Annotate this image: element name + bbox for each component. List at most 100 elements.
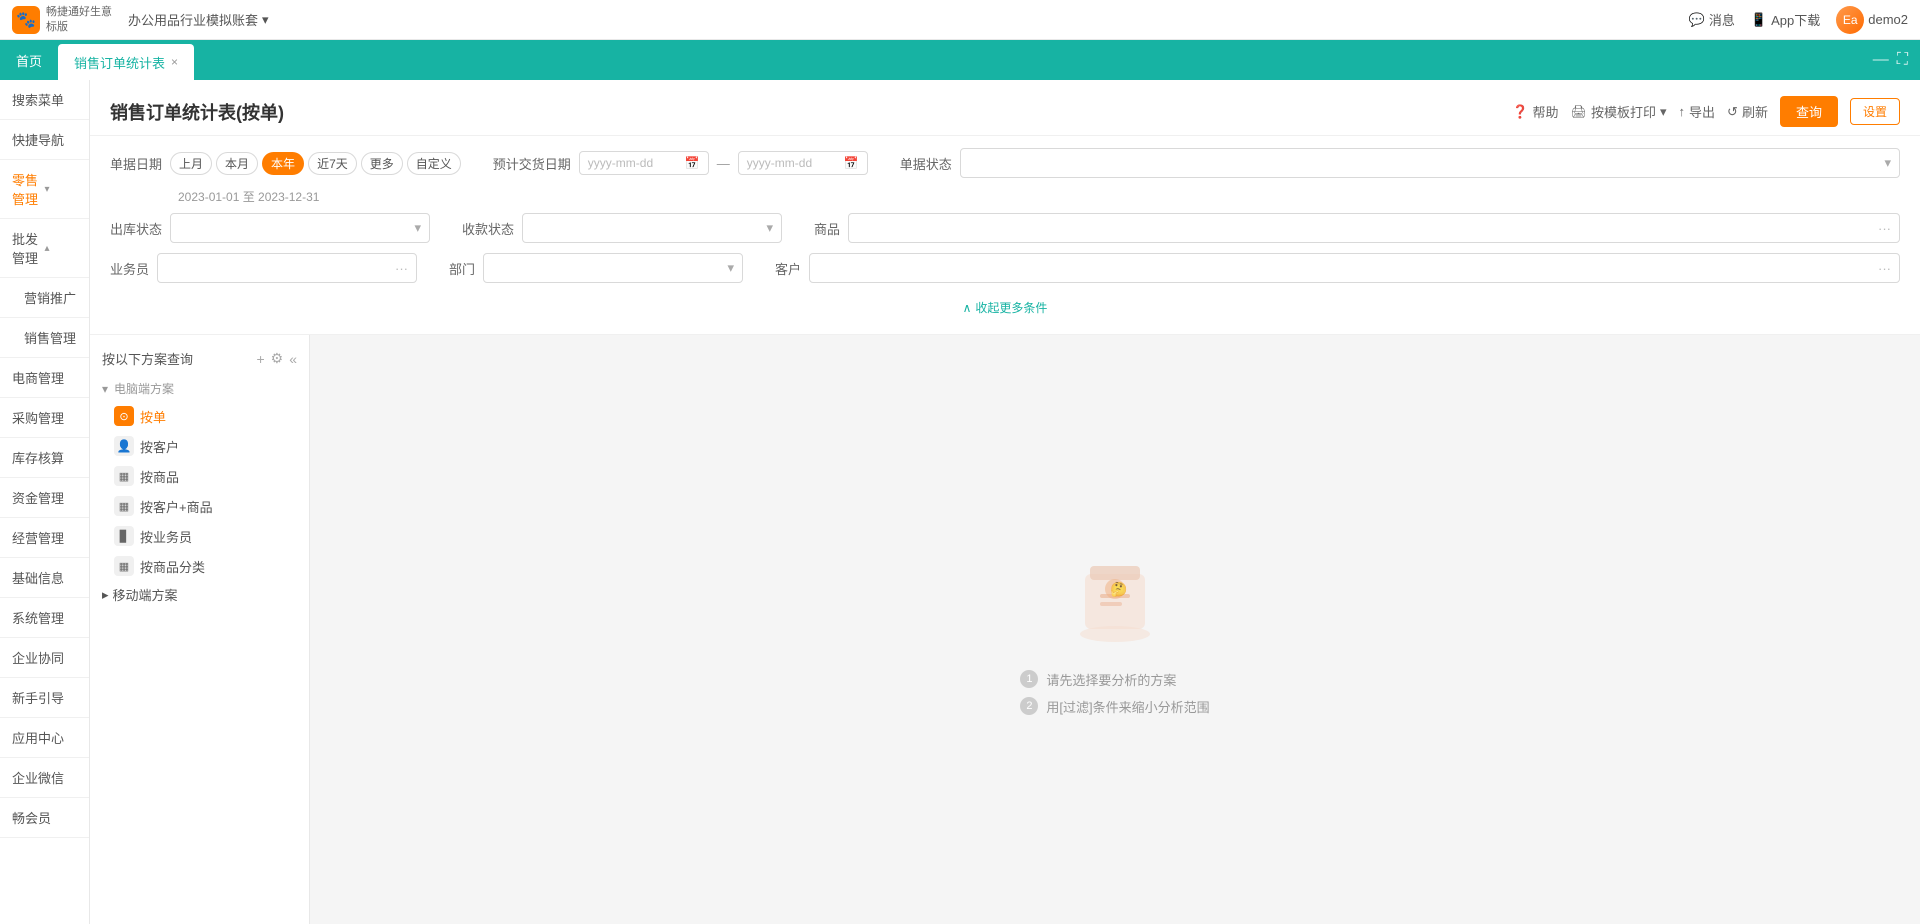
filter-row-3: 业务员 ··· 部门 ▾ 客户 ···: [110, 253, 1900, 283]
collapse-button[interactable]: ∧ 收起更多条件: [110, 293, 1900, 322]
user-menu[interactable]: Ea demo2: [1836, 6, 1908, 34]
tab-active[interactable]: 销售订单统计表 ×: [58, 44, 194, 80]
filter-order-status: 单据状态 ▾: [900, 148, 1900, 178]
filter-ship-status: 出库状态 ▾: [110, 213, 430, 243]
date-btn-this-month[interactable]: 本月: [216, 152, 258, 175]
page-header: 销售订单统计表(按单) ❓ 帮助 🖨 按模板打印 ▾ ↑ 导出 ↺ 刷新: [90, 80, 1920, 136]
tab-home[interactable]: 首页: [0, 40, 58, 80]
sidebar-item-enterprise[interactable]: 企业协同: [0, 638, 89, 678]
expected-date-end[interactable]: yyyy-mm-dd 📅: [738, 151, 868, 175]
dots-icon-2: ···: [395, 261, 408, 276]
empty-text: 1 请先选择要分析的方案 2 用[过滤]条件来缩小分析范围: [1020, 670, 1209, 716]
sidebar-item-wholesale[interactable]: 批发管理 ▴: [0, 219, 89, 278]
chevron-down-icon: ▾: [414, 220, 421, 236]
message-button[interactable]: 💬 消息: [1689, 10, 1735, 29]
chevron-up-icon: ▴: [45, 243, 78, 254]
department-select[interactable]: ▾: [483, 253, 743, 283]
calendar-icon: 📅: [685, 156, 700, 170]
tree-item-by-order[interactable]: ⊙ 按单: [90, 401, 309, 431]
tree-group-pc: ▾ 电脑端方案 ⊙ 按单 👤 按客户 ▦ 按商品: [90, 374, 309, 581]
sidebar-item-basic-info[interactable]: 基础信息: [0, 558, 89, 598]
sidebar-item-marketing[interactable]: 营销推广: [0, 278, 89, 318]
by-salesperson-icon: ▊: [114, 526, 134, 546]
app-dropdown[interactable]: 办公用品行业模拟账套 ▾: [120, 10, 277, 29]
dots-icon: ···: [1878, 221, 1891, 236]
settings-button[interactable]: 设置: [1850, 98, 1900, 125]
sidebar-item-system[interactable]: 系统管理: [0, 598, 89, 638]
tree-item-by-goods[interactable]: ▦ 按商品: [90, 461, 309, 491]
settings-scheme-button[interactable]: ⚙: [271, 350, 284, 367]
tab-maximize-icon[interactable]: ⛶: [1897, 51, 1908, 69]
sidebar-item-operations[interactable]: 经营管理: [0, 518, 89, 558]
order-status-select[interactable]: ▾: [960, 148, 1900, 178]
main-layout: 搜索菜单 快捷导航 零售管理 ▾ 批发管理 ▴ 营销推广 销售管理 电商管理 采…: [0, 80, 1920, 924]
sidebar-item-inventory[interactable]: 库存核算: [0, 438, 89, 478]
logo-area: 🐾 畅捷通好生意 标版: [12, 5, 112, 34]
date-btn-7days[interactable]: 近7天: [308, 152, 357, 175]
customer-input[interactable]: ···: [809, 253, 1900, 283]
add-scheme-button[interactable]: +: [256, 351, 264, 367]
empty-tip-1: 1 请先选择要分析的方案: [1020, 670, 1209, 689]
filter-section: 单据日期 上月 本月 本年 近7天 更多 自定义 预计交货日期 yyyy-mm-…: [90, 136, 1920, 335]
sidebar-item-search[interactable]: 搜索菜单: [0, 80, 89, 120]
date-button-group: 上月 本月 本年 近7天 更多 自定义: [170, 152, 461, 175]
tab-bar: 首页 销售订单统计表 × — ⛶: [0, 40, 1920, 80]
export-button[interactable]: ↑ 导出: [1679, 102, 1716, 121]
sidebar-item-enterprise-wechat[interactable]: 企业微信: [0, 758, 89, 798]
sidebar-item-app-center[interactable]: 应用中心: [0, 718, 89, 758]
tree-item-by-goods-category[interactable]: ▦ 按商品分类: [90, 551, 309, 581]
sidebar-item-ecommerce[interactable]: 电商管理: [0, 358, 89, 398]
by-order-icon: ⊙: [114, 406, 134, 426]
query-button[interactable]: 查询: [1780, 96, 1838, 127]
content-area: 销售订单统计表(按单) ❓ 帮助 🖨 按模板打印 ▾ ↑ 导出 ↺ 刷新: [90, 80, 1920, 924]
body-layout: 按以下方案查询 + ⚙ « ▾ 电脑端方案 ⊙: [90, 335, 1920, 924]
calendar-icon-2: 📅: [844, 156, 859, 170]
tab-close-icon[interactable]: ×: [171, 55, 178, 69]
tree-item-by-salesperson[interactable]: ▊ 按业务员: [90, 521, 309, 551]
app-download-button[interactable]: 📱 App下载: [1751, 10, 1820, 29]
template-print-button[interactable]: 🖨 按模板打印 ▾: [1570, 102, 1666, 121]
sidebar-item-retail[interactable]: 零售管理 ▾: [0, 160, 89, 219]
salesperson-input[interactable]: ···: [157, 253, 417, 283]
tree-item-by-customer-goods[interactable]: ▦ 按客户+商品: [90, 491, 309, 521]
tree-group-mobile-label[interactable]: ▸ 移动端方案: [90, 581, 309, 608]
collapse-panel-button[interactable]: «: [289, 351, 297, 367]
date-btn-more[interactable]: 更多: [361, 152, 403, 175]
date-btn-this-year[interactable]: 本年: [262, 152, 304, 175]
tab-bar-actions: — ⛶: [1873, 51, 1920, 69]
empty-tip-2: 2 用[过滤]条件来缩小分析范围: [1020, 697, 1209, 716]
by-customer-goods-icon: ▦: [114, 496, 134, 516]
tab-minimize-icon[interactable]: —: [1873, 51, 1889, 69]
sidebar-item-member[interactable]: 畅会员: [0, 798, 89, 838]
by-goods-category-icon: ▦: [114, 556, 134, 576]
ship-status-select[interactable]: ▾: [170, 213, 430, 243]
date-btn-last-month[interactable]: 上月: [170, 152, 212, 175]
refresh-icon: ↺: [1727, 104, 1738, 120]
sidebar-item-quick-nav[interactable]: 快捷导航: [0, 120, 89, 160]
date-btn-custom[interactable]: 自定义: [407, 152, 461, 175]
message-icon: 💬: [1689, 12, 1705, 28]
left-panel-actions: + ⚙ «: [256, 350, 297, 367]
help-button[interactable]: ❓ 帮助: [1512, 102, 1558, 121]
sidebar-item-sales[interactable]: 销售管理: [0, 318, 89, 358]
left-panel: 按以下方案查询 + ⚙ « ▾ 电脑端方案 ⊙: [90, 335, 310, 924]
logo-text: 畅捷通好生意 标版: [46, 5, 112, 34]
top-bar-left: 🐾 畅捷通好生意 标版 办公用品行业模拟账套 ▾: [12, 5, 277, 34]
goods-input[interactable]: ···: [848, 213, 1900, 243]
date-separator: —: [717, 156, 730, 171]
by-customer-icon: 👤: [114, 436, 134, 456]
sidebar: 搜索菜单 快捷导航 零售管理 ▾ 批发管理 ▴ 营销推广 销售管理 电商管理 采…: [0, 80, 90, 924]
filter-row-2: 出库状态 ▾ 收款状态 ▾ 商品 ···: [110, 213, 1900, 243]
expected-date-start[interactable]: yyyy-mm-dd 📅: [579, 151, 709, 175]
chevron-right-icon: ▸: [102, 587, 109, 603]
filter-row-1: 单据日期 上月 本月 本年 近7天 更多 自定义 预计交货日期 yyyy-mm-…: [110, 148, 1900, 178]
chevron-down-icon: ▾: [102, 382, 108, 396]
refresh-button[interactable]: ↺ 刷新: [1727, 102, 1768, 121]
payment-status-select[interactable]: ▾: [522, 213, 782, 243]
filter-expected-date: 预计交货日期 yyyy-mm-dd 📅 — yyyy-mm-dd 📅: [493, 151, 868, 175]
sidebar-item-purchase[interactable]: 采购管理: [0, 398, 89, 438]
chevron-down-icon: ▾: [728, 260, 735, 276]
tree-item-by-customer[interactable]: 👤 按客户: [90, 431, 309, 461]
sidebar-item-finance[interactable]: 资金管理: [0, 478, 89, 518]
sidebar-item-new-guide[interactable]: 新手引导: [0, 678, 89, 718]
